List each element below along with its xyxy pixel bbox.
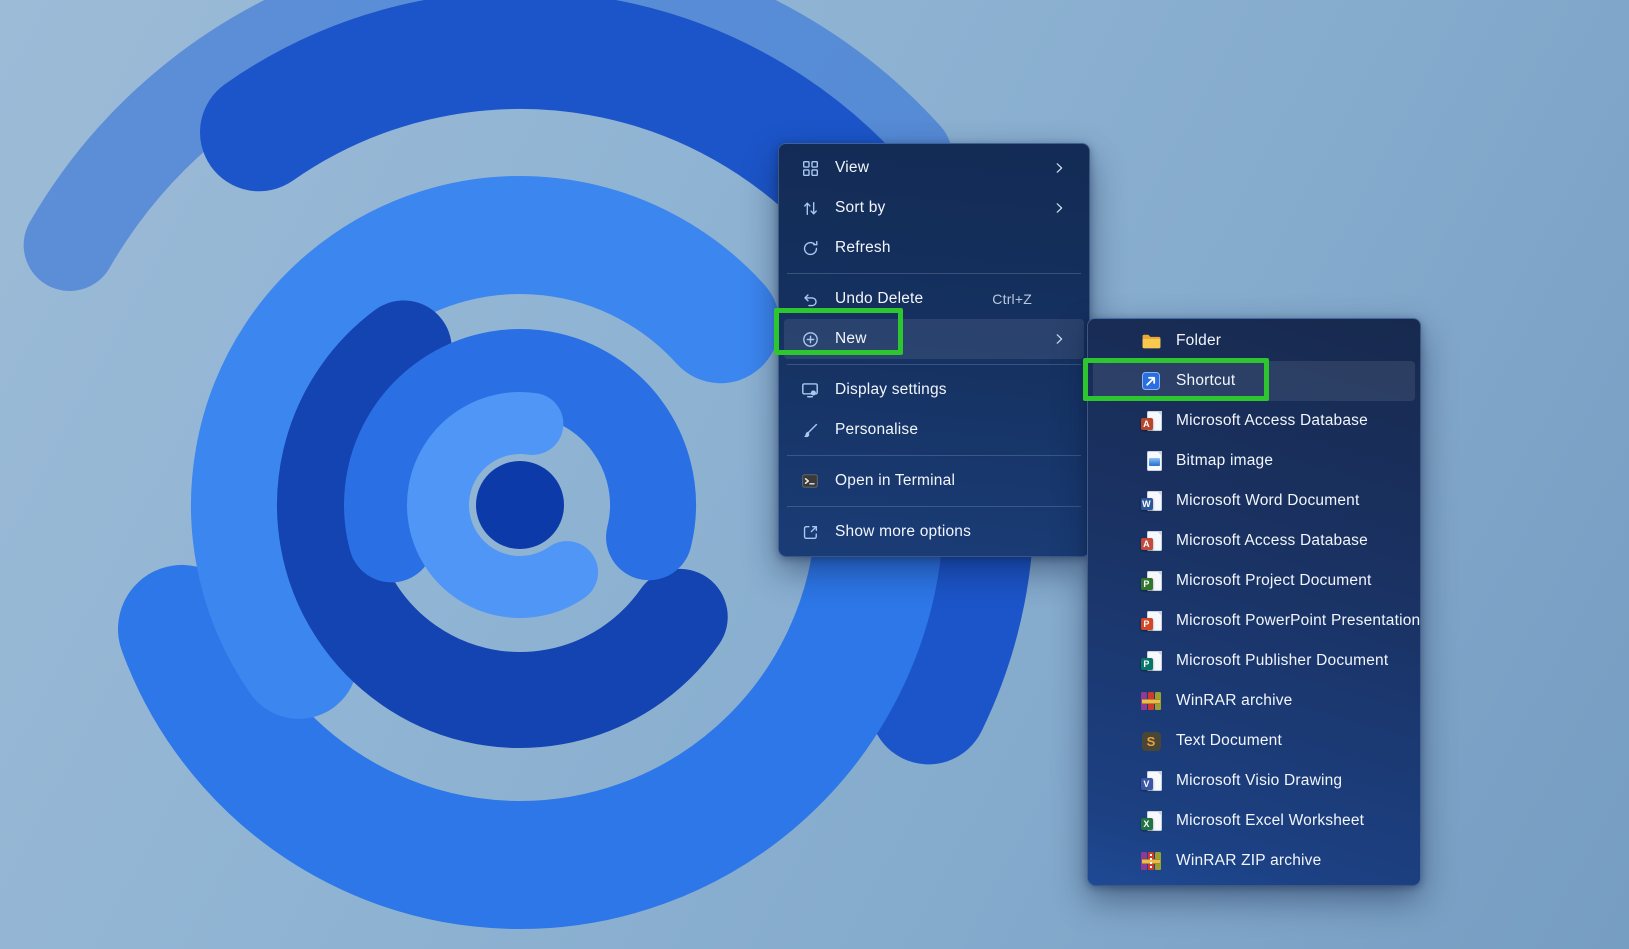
keyboard-shortcut-label: Ctrl+Z	[992, 291, 1032, 307]
submenu-item-bitmap-image[interactable]: Bitmap image	[1093, 441, 1415, 481]
menu-item-label: Microsoft Publisher Document	[1176, 652, 1389, 669]
menu-item-label: Text Document	[1176, 732, 1282, 749]
powerpoint-icon: P	[1140, 610, 1162, 632]
submenu-item-project-document[interactable]: P Microsoft Project Document	[1093, 561, 1415, 601]
submenu-item-access-database-1[interactable]: A Microsoft Access Database	[1093, 401, 1415, 441]
excel-icon: X	[1140, 810, 1162, 832]
access-legacy-icon: A	[1140, 530, 1162, 552]
menu-item-label: Microsoft PowerPoint Presentation	[1176, 612, 1421, 629]
menu-item-label: WinRAR ZIP archive	[1176, 852, 1322, 869]
menu-item-label: Sort by	[835, 199, 886, 216]
submenu-item-publisher-document[interactable]: P Microsoft Publisher Document	[1093, 641, 1415, 681]
menu-item-label: Microsoft Word Document	[1176, 492, 1360, 509]
word-icon: W	[1140, 490, 1162, 512]
view-grid-icon	[800, 158, 820, 178]
undo-icon	[800, 289, 820, 309]
context-menu-item-view[interactable]: View	[784, 148, 1084, 188]
menu-item-label: Microsoft Access Database	[1176, 532, 1368, 549]
context-menu-item-refresh[interactable]: Refresh	[784, 228, 1084, 268]
new-submenu: Folder Shortcut A Microsoft Access Database…	[1087, 318, 1421, 886]
menu-item-label: Undo Delete	[835, 290, 924, 307]
menu-item-label: Microsoft Project Document	[1176, 572, 1372, 589]
menu-item-label: Folder	[1176, 332, 1222, 349]
bitmap-image-icon	[1141, 450, 1162, 472]
menu-item-label: View	[835, 159, 870, 176]
menu-item-label: Display settings	[835, 381, 947, 398]
refresh-icon	[800, 238, 820, 258]
menu-item-label: Refresh	[835, 239, 891, 256]
chevron-right-icon	[1052, 161, 1066, 175]
context-menu-item-new[interactable]: New	[784, 319, 1084, 359]
submenu-item-winrar-archive[interactable]: WinRAR archive	[1093, 681, 1415, 721]
shortcut-icon	[1141, 371, 1162, 392]
context-menu-item-sort-by[interactable]: Sort by	[784, 188, 1084, 228]
new-plus-icon	[800, 329, 820, 349]
submenu-item-winrar-zip-archive[interactable]: WinRAR ZIP archive	[1093, 841, 1415, 881]
menu-item-label: Open in Terminal	[835, 472, 956, 489]
menu-separator	[787, 506, 1081, 507]
menu-separator	[787, 455, 1081, 456]
submenu-item-powerpoint-presentation[interactable]: P Microsoft PowerPoint Presentation	[1093, 601, 1420, 641]
menu-item-label: Microsoft Excel Worksheet	[1176, 812, 1365, 829]
chevron-right-icon	[1052, 332, 1066, 346]
menu-item-label: Shortcut	[1176, 372, 1236, 389]
menu-item-label: WinRAR archive	[1176, 692, 1293, 709]
menu-item-label: Show more options	[835, 523, 972, 540]
submenu-item-text-document[interactable]: S Text Document	[1093, 721, 1415, 761]
menu-item-label: Microsoft Visio Drawing	[1176, 772, 1343, 789]
sort-icon	[800, 198, 820, 218]
context-menu-item-display-settings[interactable]: Display settings	[784, 370, 1084, 410]
submenu-item-folder[interactable]: Folder	[1093, 321, 1415, 361]
winrar-icon	[1141, 691, 1162, 712]
folder-icon	[1141, 331, 1162, 352]
chevron-right-icon	[1052, 201, 1066, 215]
context-menu-item-open-in-terminal[interactable]: Open in Terminal	[784, 461, 1084, 501]
submenu-item-shortcut[interactable]: Shortcut	[1093, 361, 1415, 401]
terminal-icon	[800, 471, 820, 491]
context-menu-item-show-more-options[interactable]: Show more options	[784, 512, 1084, 552]
submenu-item-access-database-2[interactable]: A Microsoft Access Database	[1093, 521, 1415, 561]
context-menu-item-personalise[interactable]: Personalise	[784, 410, 1084, 450]
show-more-icon	[800, 522, 820, 542]
publisher-icon: P	[1140, 650, 1162, 672]
menu-separator	[787, 364, 1081, 365]
project-icon: P	[1140, 570, 1162, 592]
desktop-wallpaper: View Sort by Refresh Undo Delete Ctrl+Z New Di…	[0, 0, 1629, 949]
menu-item-label: Bitmap image	[1176, 452, 1274, 469]
context-menu-item-undo-delete[interactable]: Undo Delete Ctrl+Z	[784, 279, 1084, 319]
winrar-zip-icon	[1141, 851, 1162, 872]
access-icon: A	[1140, 410, 1162, 432]
text-document-icon: S	[1141, 731, 1162, 752]
personalise-icon	[800, 420, 820, 440]
menu-item-label: Personalise	[835, 421, 919, 438]
menu-item-label: New	[835, 330, 867, 347]
menu-separator	[787, 273, 1081, 274]
display-settings-icon	[800, 380, 820, 400]
desktop-context-menu: View Sort by Refresh Undo Delete Ctrl+Z New Di…	[778, 143, 1090, 557]
menu-item-label: Microsoft Access Database	[1176, 412, 1368, 429]
submenu-item-visio-drawing[interactable]: V Microsoft Visio Drawing	[1093, 761, 1415, 801]
submenu-item-excel-worksheet[interactable]: X Microsoft Excel Worksheet	[1093, 801, 1415, 841]
visio-icon: V	[1140, 770, 1162, 792]
submenu-item-word-document[interactable]: W Microsoft Word Document	[1093, 481, 1415, 521]
